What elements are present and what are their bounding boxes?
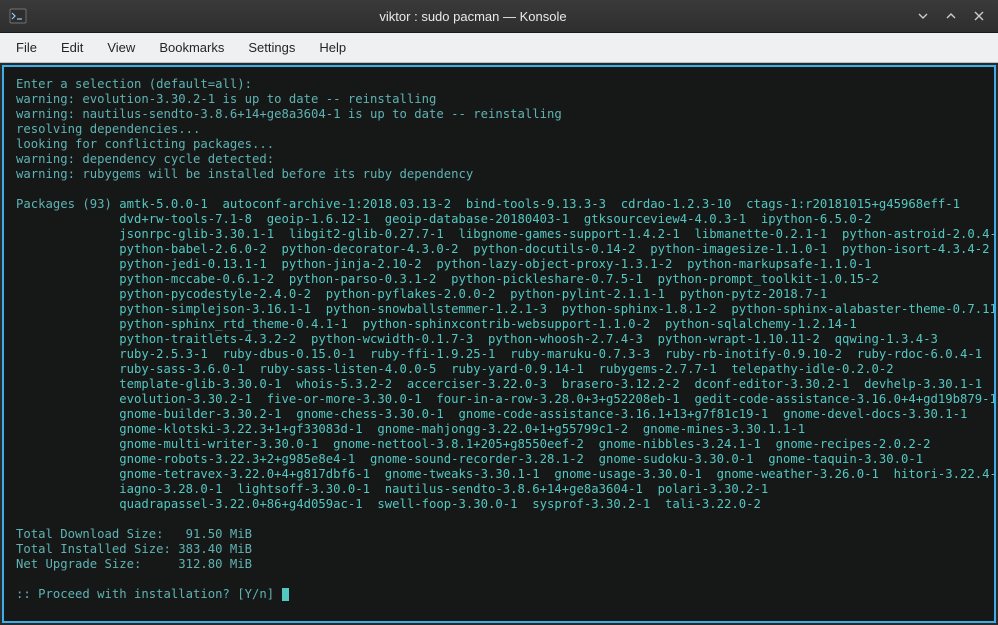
- pkg-line: ruby-sass-3.6.0-1 ruby-sass-listen-4.0.0…: [119, 362, 893, 376]
- minimize-button[interactable]: [912, 5, 934, 27]
- total-installed-value: 383.40 MiB: [171, 542, 252, 556]
- net-upgrade-value: 312.80 MiB: [141, 557, 252, 571]
- pkg-line: jsonrpc-glib-3.30.1-1 libgit2-glib-0.27.…: [119, 227, 996, 241]
- total-download-value: 91.50 MiB: [164, 527, 253, 541]
- pkg-line: python-pycodestyle-2.4.0-2 python-pyflak…: [119, 287, 827, 301]
- pkg-line: amtk-5.0.0-1 autoconf-archive-1:2018.03.…: [112, 197, 960, 211]
- chevron-down-icon: [917, 10, 929, 22]
- window-controls: [912, 5, 990, 27]
- proceed-prompt: :: Proceed with installation? [Y/n]: [16, 587, 282, 601]
- pkg-line: gnome-tetravex-3.22.0+4+g817dbf6-1 gnome…: [119, 467, 996, 481]
- pkg-line: template-glib-3.30.0-1 whois-5.3.2-2 acc…: [119, 377, 982, 391]
- maximize-button[interactable]: [940, 5, 962, 27]
- pkg-line: gnome-robots-3.22.3+2+g985e8e4-1 gnome-s…: [119, 452, 923, 466]
- menu-help[interactable]: Help: [307, 35, 358, 60]
- menu-view[interactable]: View: [95, 35, 147, 60]
- konsole-window: viktor : sudo pacman — Konsole File Edit…: [0, 0, 998, 625]
- menu-settings[interactable]: Settings: [236, 35, 307, 60]
- total-installed-label: Total Installed Size:: [16, 542, 171, 556]
- terminal-line: warning: nautilus-sendto-3.8.6+14+ge8a36…: [16, 107, 562, 121]
- pkg-line: python-mccabe-0.6.1-2 python-parso-0.3.1…: [119, 272, 879, 286]
- app-icon: [8, 6, 28, 26]
- net-upgrade-label: Net Upgrade Size:: [16, 557, 141, 571]
- terminal-viewport[interactable]: Enter a selection (default=all): warning…: [2, 65, 996, 623]
- pkg-line: ruby-2.5.3-1 ruby-dbus-0.15.0-1 ruby-ffi…: [119, 347, 982, 361]
- pkg-line: python-traitlets-4.3.2-2 python-wcwidth-…: [119, 332, 938, 346]
- pkg-line: quadrapassel-3.22.0+86+g4d059ac-1 swell-…: [119, 497, 761, 511]
- pkg-line: python-simplejson-3.16.1-1 python-snowba…: [119, 302, 996, 316]
- menu-edit[interactable]: Edit: [49, 35, 95, 60]
- pkg-line: gnome-klotski-3.22.3+1+gf33083d-1 gnome-…: [119, 422, 805, 436]
- pkg-line: python-babel-2.6.0-2 python-decorator-4.…: [119, 242, 989, 256]
- close-icon: [973, 10, 985, 22]
- terminal-line: warning: rubygems will be installed befo…: [16, 167, 473, 181]
- window-title: viktor : sudo pacman — Konsole: [34, 9, 912, 24]
- total-download-label: Total Download Size:: [16, 527, 164, 541]
- close-button[interactable]: [968, 5, 990, 27]
- terminal-line: looking for conflicting packages...: [16, 137, 274, 151]
- terminal-line: warning: evolution-3.30.2-1 is up to dat…: [16, 92, 436, 106]
- pkg-line: dvd+rw-tools-7.1-8 geoip-1.6.12-1 geoip-…: [119, 212, 871, 226]
- pkg-line: python-sphinx_rtd_theme-0.4.1-1 python-s…: [119, 317, 857, 331]
- titlebar[interactable]: viktor : sudo pacman — Konsole: [0, 0, 998, 33]
- pkg-line: gnome-builder-3.30.2-1 gnome-chess-3.30.…: [119, 407, 967, 421]
- pkg-line: iagno-3.28.0-1 lightsoff-3.30.0-1 nautil…: [119, 482, 768, 496]
- pkg-line: evolution-3.30.2-1 five-or-more-3.30.0-1…: [119, 392, 996, 406]
- packages-header: Packages (93): [16, 197, 112, 211]
- pkg-line: gnome-multi-writer-3.30.0-1 gnome-nettoo…: [119, 437, 930, 451]
- menu-bookmarks[interactable]: Bookmarks: [147, 35, 236, 60]
- menubar: File Edit View Bookmarks Settings Help: [0, 33, 998, 63]
- terminal-line: Enter a selection (default=all):: [16, 77, 252, 91]
- pkg-line: python-jedi-0.13.1-1 python-jinja-2.10-2…: [119, 257, 871, 271]
- menu-file[interactable]: File: [4, 35, 49, 60]
- terminal-cursor: [282, 588, 289, 601]
- terminal-line: warning: dependency cycle detected:: [16, 152, 274, 166]
- chevron-up-icon: [945, 10, 957, 22]
- terminal-line: resolving dependencies...: [16, 122, 200, 136]
